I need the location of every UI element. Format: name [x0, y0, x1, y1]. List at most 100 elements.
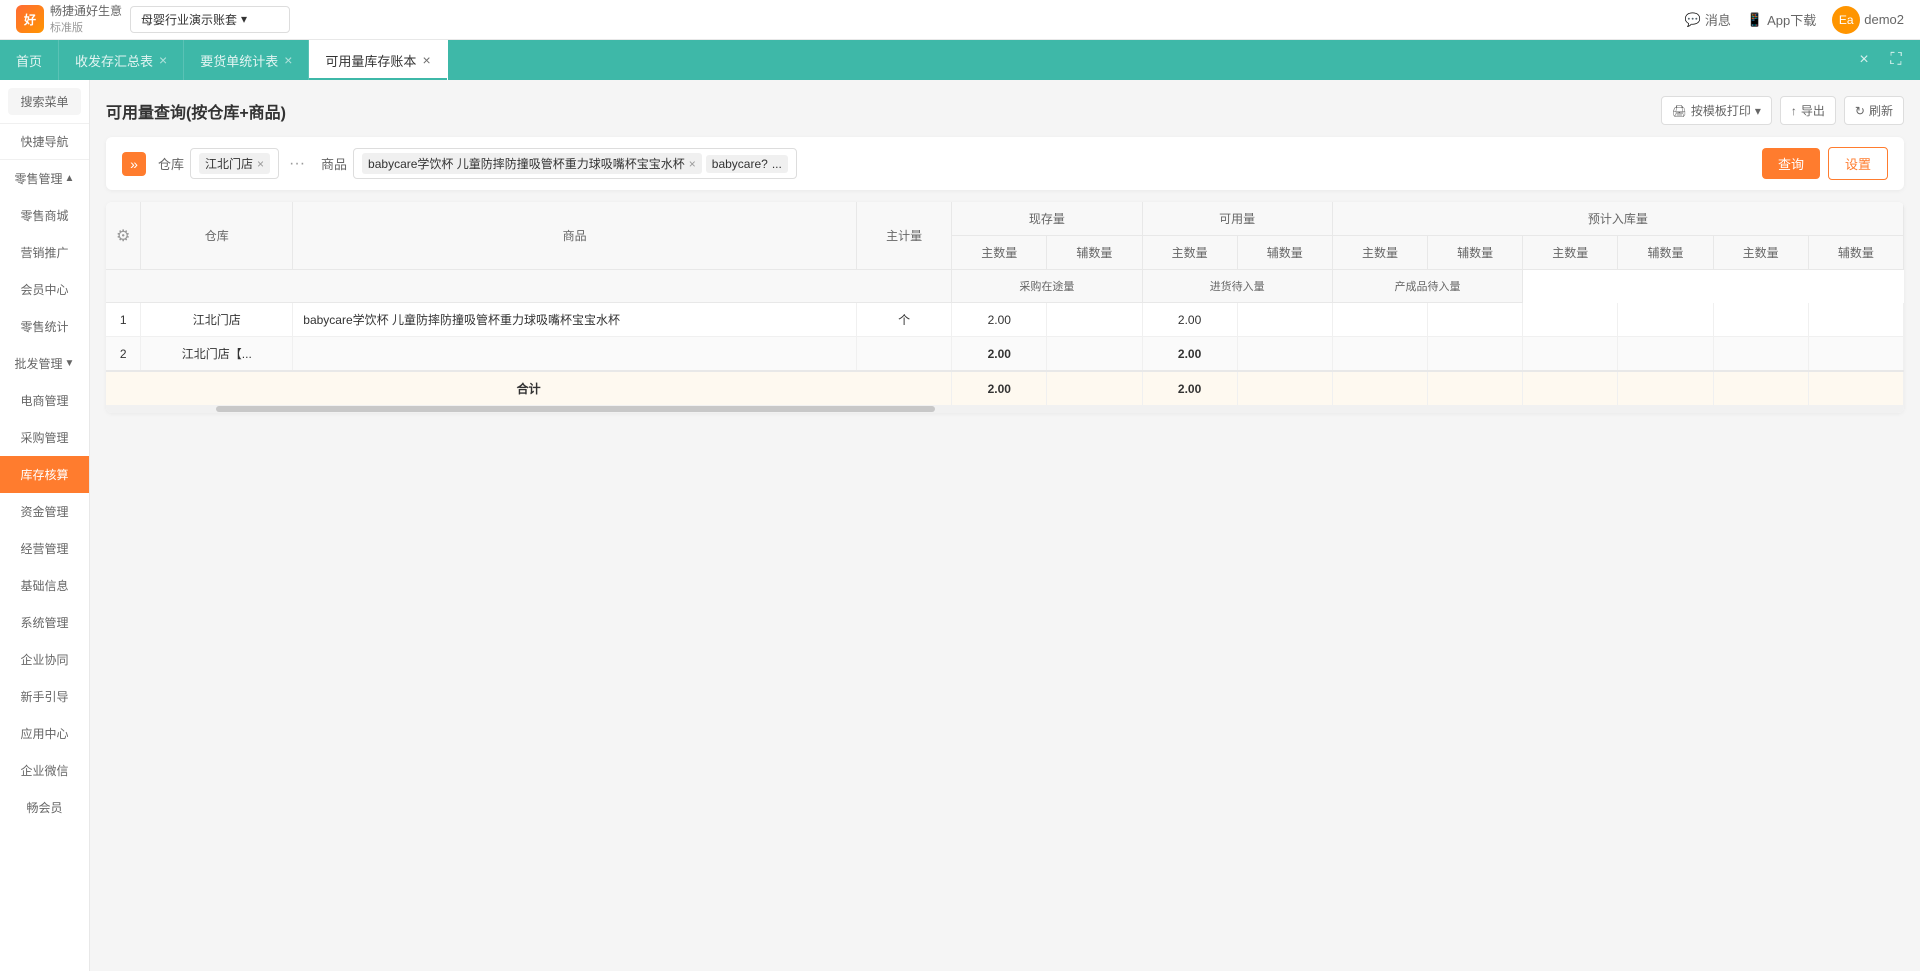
sidebar-item-enterprise-wechat[interactable]: 企业微信 — [0, 752, 89, 789]
sidebar-item-retail-mall[interactable]: 零售商城 — [0, 197, 89, 234]
print-template-button[interactable]: 🖨 按模板打印 ▾ — [1661, 96, 1772, 125]
tab-close-available-inventory[interactable]: × — [422, 52, 430, 68]
tab-close-stocksummary[interactable]: × — [159, 52, 167, 68]
data-table-wrapper: ⚙ 仓库 商品 主计量 现存量 可用量 预计入库量 主数量 辅数量 — [106, 202, 1904, 413]
page-title: 可用量查询(按仓库+商品) — [106, 99, 286, 123]
th-forecast-inbound-group: 预计入库量 — [1332, 202, 1903, 236]
tab-home[interactable]: 首页 — [0, 40, 59, 80]
th-product: 商品 — [293, 202, 857, 270]
tab-close-order-stats[interactable]: × — [284, 52, 292, 68]
query-button[interactable]: 查询 — [1762, 148, 1820, 179]
chevron-down-icon: ▾ — [1755, 104, 1761, 118]
settings-button[interactable]: 设置 — [1828, 147, 1888, 180]
app-download-button[interactable]: 📱 App下载 — [1747, 10, 1816, 29]
row-incoming-main — [1523, 337, 1618, 372]
summary-available-main: 2.00 — [1142, 371, 1237, 405]
filter-more-button[interactable]: ··· — [285, 155, 309, 173]
sidebar-item-new-guide[interactable]: 新手引导 — [0, 678, 89, 715]
row-production-aux — [1808, 337, 1903, 372]
sidebar-item-basic-info[interactable]: 基础信息 — [0, 567, 89, 604]
product-input[interactable]: babycare学饮杯 儿童防摔防撞吸管杯重力球吸嘴杯宝宝水杯 × babyca… — [353, 148, 797, 179]
th-incoming-label: 进货待入量 — [1142, 270, 1332, 303]
row-available-aux — [1237, 337, 1332, 372]
row-incoming-aux — [1618, 337, 1713, 372]
sidebar-item-ecommerce-mgmt[interactable]: 电商管理 — [0, 382, 89, 419]
quick-nav-button[interactable]: 快捷导航 — [4, 128, 85, 155]
tenant-selector[interactable]: 母婴行业演示账套 ▾ — [130, 6, 290, 33]
sidebar-item-wholesale-mgmt[interactable]: 批发管理 ▼ — [0, 345, 89, 382]
row-current-main: 2.00 — [952, 337, 1047, 372]
tab-stocksummary[interactable]: 收发存汇总表 × — [59, 40, 184, 80]
row-current-aux — [1047, 303, 1142, 337]
row-warehouse: 江北门店【... — [141, 337, 293, 372]
search-menu-button[interactable]: 搜索菜单 — [8, 88, 81, 115]
refresh-button[interactable]: ↻ 刷新 — [1844, 96, 1904, 125]
product-filter-field: 商品 babycare学饮杯 儿童防摔防撞吸管杯重力球吸嘴杯宝宝水杯 × bab… — [321, 148, 797, 179]
row-available-main: 2.00 — [1142, 337, 1237, 372]
export-button[interactable]: ↑ 导出 — [1780, 96, 1836, 125]
sidebar-item-system-mgmt[interactable]: 系统管理 — [0, 604, 89, 641]
warehouse-filter-label: 仓库 — [158, 154, 184, 173]
filter-right-actions: 查询 设置 — [1762, 147, 1888, 180]
th-current-aux: 辅数量 — [1047, 236, 1142, 270]
th-purchase-transit-label: 采购在途量 — [952, 270, 1142, 303]
sidebar-item-inventory-check[interactable]: 库存核算 — [0, 456, 89, 493]
page-actions: 🖨 按模板打印 ▾ ↑ 导出 ↻ 刷新 — [1661, 96, 1904, 125]
table-row: 1 江北门店 babycare学饮杯 儿童防摔防撞吸管杯重力球吸嘴杯宝宝水杯 个… — [106, 303, 1904, 337]
tab-order-stats[interactable]: 要货单统计表 × — [184, 40, 309, 80]
chevron-icon: ▲ — [65, 173, 75, 184]
filter-expand-button[interactable]: » — [122, 152, 146, 176]
chevron-down-icon: ▾ — [241, 12, 247, 26]
horizontal-scrollbar[interactable] — [106, 405, 1904, 413]
table-scroll-container[interactable]: ⚙ 仓库 商品 主计量 现存量 可用量 预计入库量 主数量 辅数量 — [106, 202, 1904, 405]
top-bar-right: 💬 消息 📱 App下载 Ea demo2 — [1685, 6, 1904, 34]
table-row: 2 江北门店【... 2.00 2.00 — [106, 337, 1904, 372]
sidebar-item-operations-mgmt[interactable]: 经营管理 — [0, 530, 89, 567]
message-icon: 💬 — [1685, 12, 1701, 28]
row-available-aux — [1237, 303, 1332, 337]
sidebar-search-area: 搜索菜单 — [0, 80, 89, 124]
row-purchase-transit-main — [1332, 337, 1427, 372]
warehouse-input[interactable]: 江北门店 × — [190, 148, 279, 179]
close-window-button[interactable]: × — [1852, 48, 1876, 72]
row-num: 2 — [106, 337, 141, 372]
row-main-unit — [857, 337, 952, 372]
th-spacer — [106, 270, 952, 303]
th-incoming-main: 主数量 — [1523, 236, 1618, 270]
product-tag-1: babycare学饮杯 儿童防摔防撞吸管杯重力球吸嘴杯宝宝水杯 × — [362, 153, 702, 174]
sidebar-item-retail-stats[interactable]: 零售统计 — [0, 308, 89, 345]
th-available-main: 主数量 — [1142, 236, 1237, 270]
sidebar-item-finance-mgmt[interactable]: 资金管理 — [0, 493, 89, 530]
top-bar: 好 畅捷通好生意 标准版 母婴行业演示账套 ▾ 💬 消息 📱 App下载 Ea … — [0, 0, 1920, 40]
sidebar-item-retail-mgmt[interactable]: 零售管理 ▲ — [0, 160, 89, 197]
row-purchase-transit-main — [1332, 303, 1427, 337]
row-product — [293, 337, 857, 372]
sidebar-item-enterprise-coop[interactable]: 企业协同 — [0, 641, 89, 678]
row-incoming-main — [1523, 303, 1618, 337]
scrollbar-thumb[interactable] — [216, 406, 935, 412]
th-current-main: 主数量 — [952, 236, 1047, 270]
content-area: 可用量查询(按仓库+商品) 🖨 按模板打印 ▾ ↑ 导出 ↻ 刷新 — [90, 80, 1920, 971]
row-available-main: 2.00 — [1142, 303, 1237, 337]
product-tag-1-close[interactable]: × — [689, 157, 696, 171]
th-incoming-aux: 辅数量 — [1618, 236, 1713, 270]
nav-spacer — [448, 40, 1840, 80]
user-avatar-area[interactable]: Ea demo2 — [1832, 6, 1904, 34]
warehouse-tag-close[interactable]: × — [257, 157, 264, 171]
sidebar-item-vip-member[interactable]: 畅会员 — [0, 789, 89, 826]
gear-icon: ⚙ — [116, 228, 130, 245]
row-current-main: 2.00 — [952, 303, 1047, 337]
sidebar-item-purchase-mgmt[interactable]: 采购管理 — [0, 419, 89, 456]
sidebar-item-member-center[interactable]: 会员中心 — [0, 271, 89, 308]
message-button[interactable]: 💬 消息 — [1685, 10, 1731, 29]
row-purchase-transit-aux — [1428, 303, 1523, 337]
tab-available-inventory[interactable]: 可用量库存账本 × — [309, 40, 447, 80]
sidebar-item-marketing[interactable]: 营销推广 — [0, 234, 89, 271]
row-warehouse: 江北门店 — [141, 303, 293, 337]
fullscreen-button[interactable]: ⛶ — [1884, 48, 1908, 72]
th-available-group: 可用量 — [1142, 202, 1332, 236]
sidebar-item-app-center[interactable]: 应用中心 — [0, 715, 89, 752]
nav-tabs: 首页 收发存汇总表 × 要货单统计表 × 可用量库存账本 × × ⛶ — [0, 40, 1920, 80]
row-production-aux — [1808, 303, 1903, 337]
warehouse-tag: 江北门店 × — [199, 153, 270, 174]
